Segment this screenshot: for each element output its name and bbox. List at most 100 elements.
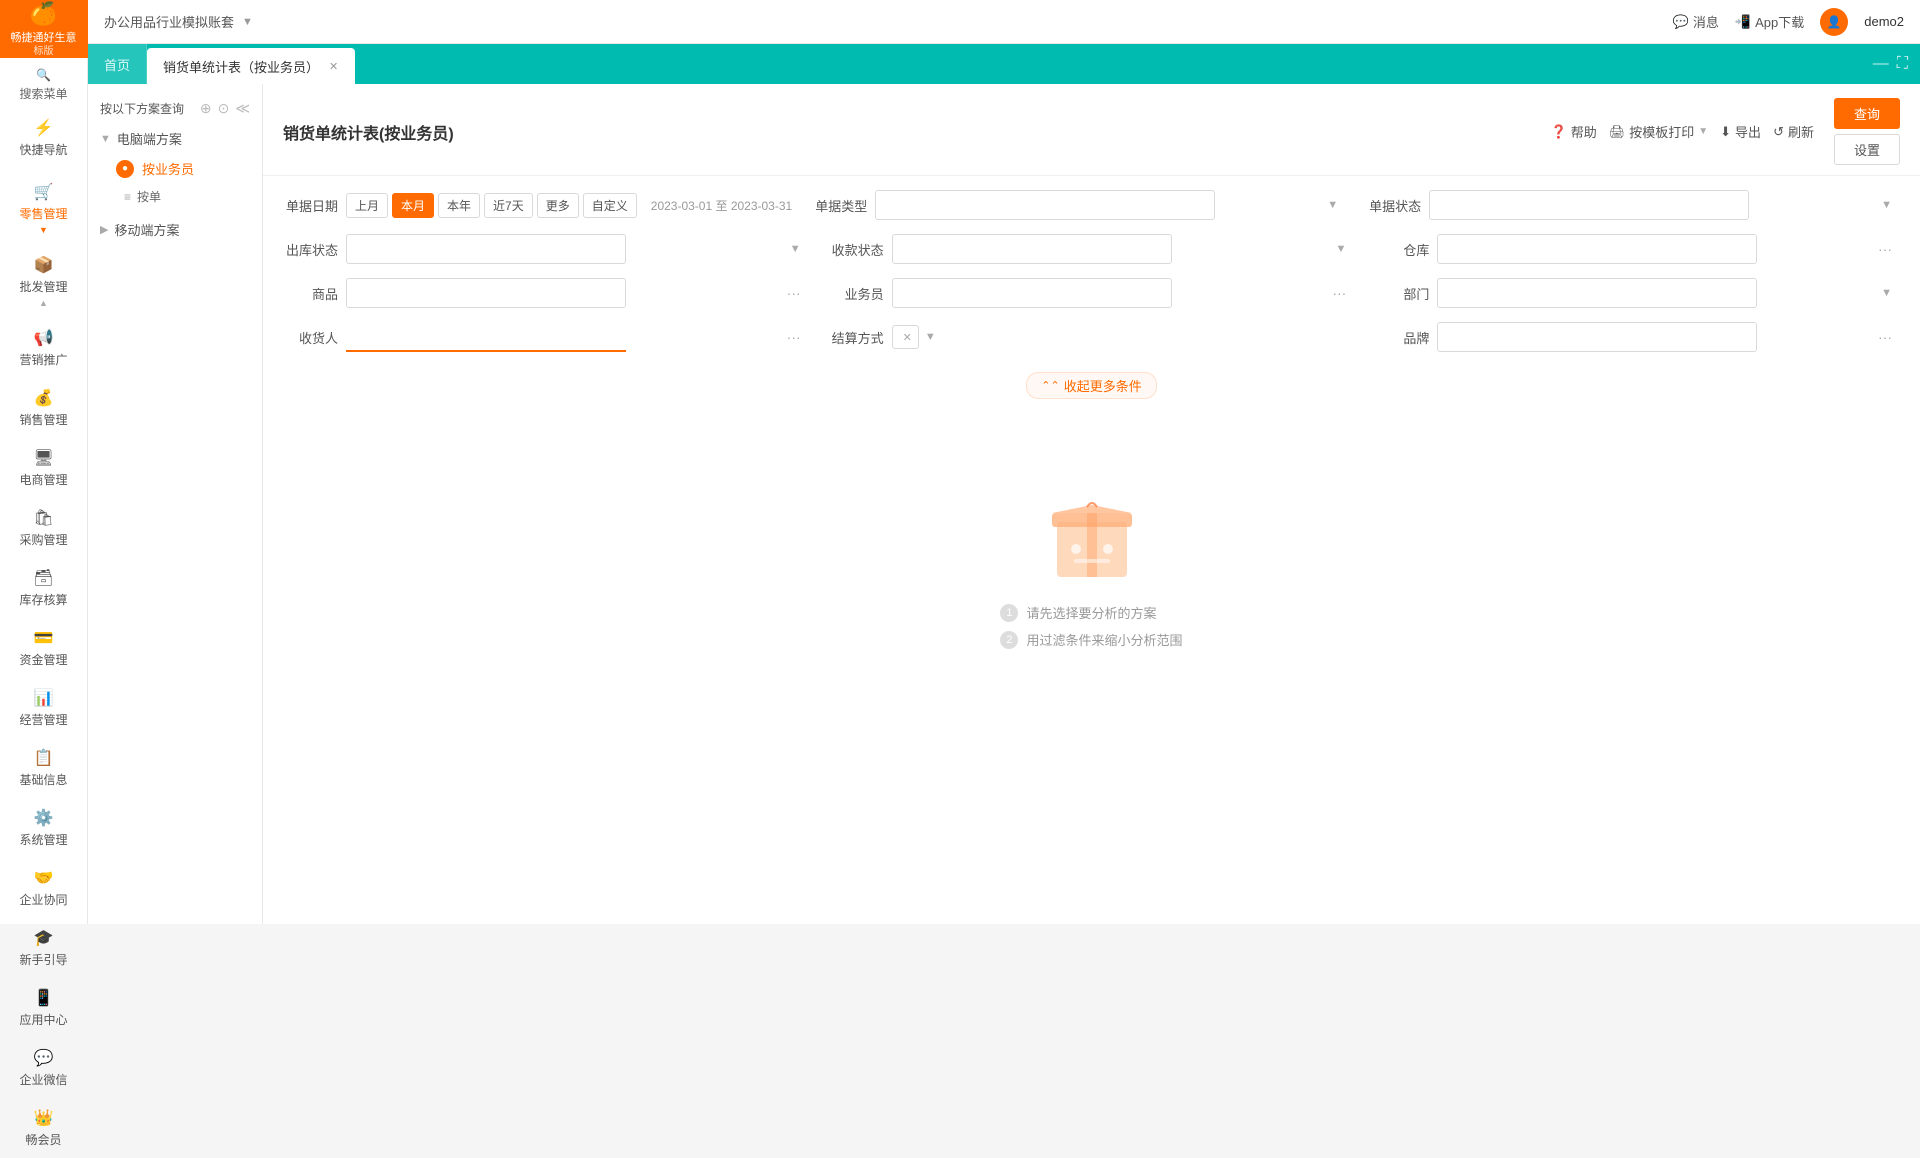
top-bar-dropdown-icon[interactable]: ▼ (242, 16, 253, 28)
sidebar-item-inventory[interactable]: 🗃 库存核算 (0, 558, 87, 618)
newbie-icon: 🎓 (34, 928, 54, 948)
app-download-label: App下载 (1755, 12, 1804, 31)
sidebar-item-ecommerce[interactable]: 🖥 电商管理 (0, 438, 87, 498)
sidebar-item-marketing[interactable]: 📢 营销推广 (0, 318, 87, 378)
tree-child-salesperson[interactable]: ● 按业务员 (88, 154, 262, 183)
sidebar-item-enterprise[interactable]: 🤝 企业协同 (0, 858, 87, 918)
settlement-arrow-icon: ▼ (925, 331, 936, 343)
refresh-btn[interactable]: ↺ 刷新 (1773, 122, 1814, 141)
sidebar-item-label: 企业协同 (19, 891, 67, 908)
quick-nav-icon: ⚡ (34, 118, 54, 138)
sidebar-item-sales[interactable]: 💰 销售管理 (0, 378, 87, 438)
page-title: 销货单统计表(按业务员) (283, 120, 454, 144)
date-btn-this-month[interactable]: 本月 (392, 193, 434, 218)
app-download-btn[interactable]: 📲 App下载 (1735, 12, 1804, 31)
operations-icon: 📊 (34, 688, 54, 708)
settings-button[interactable]: 设置 (1834, 134, 1900, 165)
department-input[interactable] (1437, 278, 1757, 308)
template-print-label: 按模板打印 (1629, 122, 1694, 141)
sidebar-item-basics[interactable]: 📋 基础信息 (0, 738, 87, 798)
sidebar-item-purchase[interactable]: 🛍 采购管理 (0, 498, 87, 558)
date-btn-more[interactable]: 更多 (537, 193, 579, 218)
app-center-icon: 📱 (34, 988, 54, 1008)
tab-minimize-icon[interactable]: — (1873, 55, 1889, 73)
receiver-input[interactable] (346, 322, 626, 352)
tab-close-icon[interactable]: ✕ (329, 60, 338, 73)
product-control: ··· (346, 278, 809, 308)
warehouse-control: ··· (1437, 234, 1900, 264)
brand-input[interactable] (1437, 322, 1757, 352)
empty-tip-2: 2 用过滤条件来缩小分析范围 (1000, 630, 1182, 649)
stock-status-input[interactable] (346, 234, 626, 264)
tab-expand-icon[interactable]: ⛶ (1897, 55, 1908, 73)
tree-item-mobile[interactable]: ▶ 移动端方案 (88, 214, 262, 245)
product-input[interactable] (346, 278, 626, 308)
message-btn[interactable]: 💬 消息 (1673, 12, 1719, 31)
download-icon: 📲 (1735, 14, 1751, 30)
sidebar-item-search[interactable]: 🔍 搜索菜单 (0, 58, 87, 108)
tree-item-pc[interactable]: ▼ 电脑端方案 (88, 123, 262, 154)
query-button[interactable]: 查询 (1834, 98, 1900, 129)
stock-status-arrow-icon: ▼ (790, 243, 801, 255)
filter-product-item: 商品 ··· (283, 278, 809, 308)
collapse-conditions-btn[interactable]: ⌃⌃ 收起更多条件 (1026, 372, 1156, 399)
warehouse-input[interactable] (1437, 234, 1757, 264)
template-print-btn[interactable]: 🖨 按模板打印 ▼ (1609, 122, 1708, 141)
receiver-control: ··· (346, 322, 809, 352)
settlement-clear-icon[interactable]: ✕ (903, 331, 912, 344)
empty-tip-1: 1 请先选择要分析的方案 (1000, 603, 1182, 622)
top-header-right: 💬 消息 📲 App下载 👤 demo2 (1673, 8, 1904, 36)
sidebar-item-finance[interactable]: 💳 资金管理 (0, 618, 87, 678)
sidebar-item-label: 电商管理 (19, 471, 67, 488)
date-btn-custom[interactable]: 自定义 (583, 193, 637, 218)
doc-status-input[interactable] (1429, 190, 1749, 220)
empty-illustration (1032, 487, 1152, 587)
doc-status-arrow-icon: ▼ (1881, 199, 1892, 211)
filter-doc-status-item: 单据状态 ▼ (1366, 190, 1900, 220)
edit-scheme-icon[interactable]: ⊙ (218, 100, 230, 117)
date-btn-last-month[interactable]: 上月 (346, 193, 388, 218)
sidebar-item-operations[interactable]: 📊 经营管理 (0, 678, 87, 738)
collect-status-control: ▼ (892, 234, 1355, 264)
salesperson-control: ··· (892, 278, 1355, 308)
sub-item-by-order[interactable]: ≡ 按单 (88, 183, 262, 210)
filter-settlement-item: 结算方式 ✕ ▼ (829, 325, 1355, 349)
warehouse-label: 仓库 (1374, 240, 1429, 259)
sidebar-item-app-center[interactable]: 📱 应用中心 (0, 978, 87, 1038)
export-btn[interactable]: ⬇ 导出 (1720, 122, 1761, 141)
retail-icon: 🛒 (34, 182, 54, 202)
main-area: 办公用品行业模拟账套 ▼ 💬 消息 📲 App下载 👤 demo2 首页 销货单… (88, 0, 1920, 924)
tip-num-1: 1 (1000, 604, 1018, 622)
sidebar-item-retail[interactable]: 🛒 零售管理 ▼ (0, 172, 87, 245)
sidebar-item-label: 畅会员 (25, 1131, 61, 1148)
sub-order-label: 按单 (137, 188, 161, 205)
stock-status-label: 出库状态 (283, 240, 338, 259)
search-icon: 🔍 (36, 68, 51, 82)
user-name: demo2 (1864, 14, 1904, 29)
tip-text-2: 用过滤条件来缩小分析范围 (1026, 630, 1182, 649)
sidebar-item-wechat[interactable]: 💬 企业微信 (0, 1038, 87, 1098)
sidebar-item-newbie[interactable]: 🎓 新手引导 (0, 918, 87, 978)
empty-icon-container (1032, 487, 1152, 587)
salesperson-input[interactable] (892, 278, 1172, 308)
avatar[interactable]: 👤 (1820, 8, 1848, 36)
sidebar-item-label: 快捷导航 (19, 141, 67, 158)
add-scheme-icon[interactable]: ⊕ (200, 100, 212, 117)
sidebar-item-wholesale[interactable]: 📦 批发管理 ▲ (0, 245, 87, 318)
filter-area: 单据日期 上月 本月 本年 近7天 更多 自定义 2023-03-01 至 20… (263, 176, 1920, 427)
sidebar-item-member[interactable]: 👑 畅会员 (0, 1098, 87, 1158)
date-btn-this-year[interactable]: 本年 (438, 193, 480, 218)
collect-status-input[interactable] (892, 234, 1172, 264)
collapse-panel-icon[interactable]: ≪ (235, 100, 250, 117)
help-btn[interactable]: ❓ 帮助 (1551, 122, 1597, 141)
marketing-icon: 📢 (34, 328, 54, 348)
brand-dots-icon: ··· (1878, 329, 1892, 345)
sidebar-item-quick-nav[interactable]: ⚡ 快捷导航 (0, 108, 87, 168)
date-buttons: 上月 本月 本年 近7天 更多 自定义 (346, 193, 637, 218)
sidebar-item-system[interactable]: ⚙️ 系统管理 (0, 798, 87, 858)
doc-type-input[interactable] (875, 190, 1215, 220)
tab-sales-stat[interactable]: 销货单统计表（按业务员） ✕ (147, 48, 355, 84)
date-btn-7days[interactable]: 近7天 (484, 193, 533, 218)
doc-status-control: ▼ (1429, 190, 1900, 220)
tab-home[interactable]: 首页 (88, 44, 147, 84)
